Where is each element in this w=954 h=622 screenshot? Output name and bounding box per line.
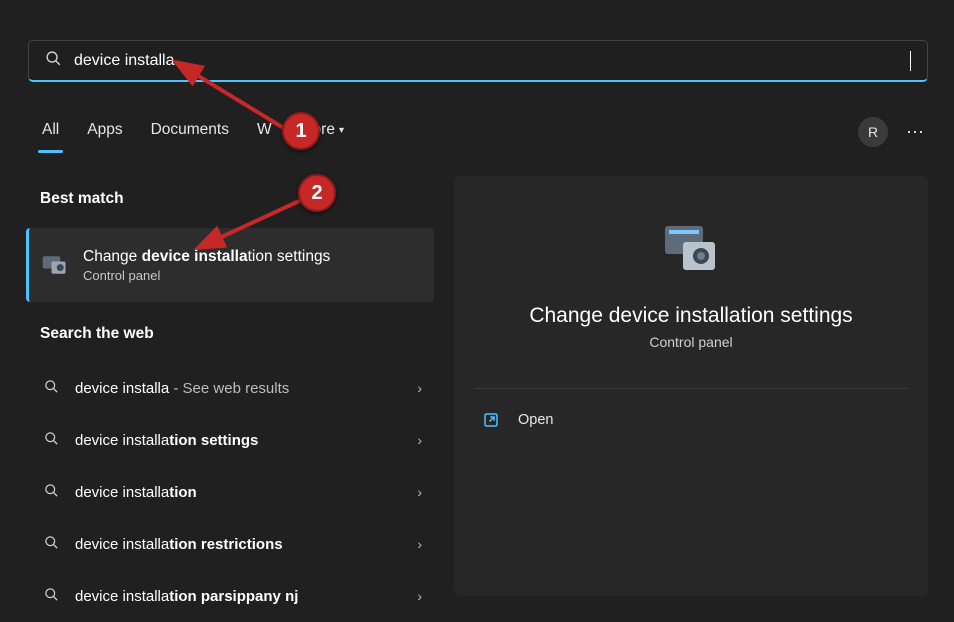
- search-icon: [44, 535, 59, 553]
- chevron-down-icon: ▾: [339, 125, 344, 136]
- web-result-text: device installation settings: [75, 432, 258, 449]
- open-label: Open: [518, 412, 553, 428]
- web-result[interactable]: device installation parsippany nj ›: [26, 570, 434, 622]
- web-result-text: device installation: [75, 484, 197, 501]
- web-result-text: device installation restrictions: [75, 536, 283, 553]
- best-match-result[interactable]: Change device installation settings Cont…: [26, 228, 434, 302]
- search-web-heading: Search the web: [40, 325, 154, 343]
- user-avatar[interactable]: R: [858, 117, 888, 147]
- text-cursor: [910, 51, 911, 71]
- tab-apps[interactable]: Apps: [83, 115, 126, 145]
- best-match-subtitle: Control panel: [83, 268, 330, 283]
- web-result[interactable]: device installation settings ›: [26, 414, 434, 466]
- tab-all[interactable]: All: [38, 115, 63, 145]
- search-input[interactable]: device installa: [74, 52, 910, 70]
- web-result[interactable]: device installation restrictions ›: [26, 518, 434, 570]
- chevron-right-icon: ›: [417, 588, 422, 604]
- best-match-heading: Best match: [40, 190, 124, 208]
- web-result-text: device installa - See web results: [75, 380, 289, 397]
- best-match-title: Change device installation settings: [83, 247, 330, 267]
- device-settings-icon-large: [659, 216, 723, 280]
- open-action[interactable]: Open: [474, 401, 908, 439]
- annotation-badge-1: 1: [282, 112, 320, 150]
- web-results-list: device installa - See web results › devi…: [26, 362, 434, 622]
- detail-subtitle: Control panel: [474, 334, 908, 350]
- search-icon: [45, 50, 62, 72]
- result-detail-panel: Change device installation settings Cont…: [454, 176, 928, 596]
- annotation-badge-2: 2: [298, 174, 336, 212]
- chevron-right-icon: ›: [417, 536, 422, 552]
- search-box[interactable]: device installa: [28, 40, 928, 82]
- divider: [474, 388, 908, 389]
- search-icon: [44, 587, 59, 605]
- detail-title: Change device installation settings: [474, 304, 908, 328]
- open-external-icon: [482, 411, 500, 429]
- chevron-right-icon: ›: [417, 380, 422, 396]
- tab-web[interactable]: W: [253, 115, 276, 145]
- search-icon: [44, 431, 59, 449]
- chevron-right-icon: ›: [417, 484, 422, 500]
- overflow-menu-button[interactable]: ⋯: [906, 122, 926, 143]
- web-result[interactable]: device installa - See web results ›: [26, 362, 434, 414]
- web-result[interactable]: device installation ›: [26, 466, 434, 518]
- header-right: R ⋯: [858, 117, 926, 147]
- web-result-text: device installation parsippany nj: [75, 588, 298, 605]
- search-icon: [44, 379, 59, 397]
- tab-documents[interactable]: Documents: [147, 115, 233, 145]
- chevron-right-icon: ›: [417, 432, 422, 448]
- device-settings-icon: [41, 251, 69, 279]
- search-icon: [44, 483, 59, 501]
